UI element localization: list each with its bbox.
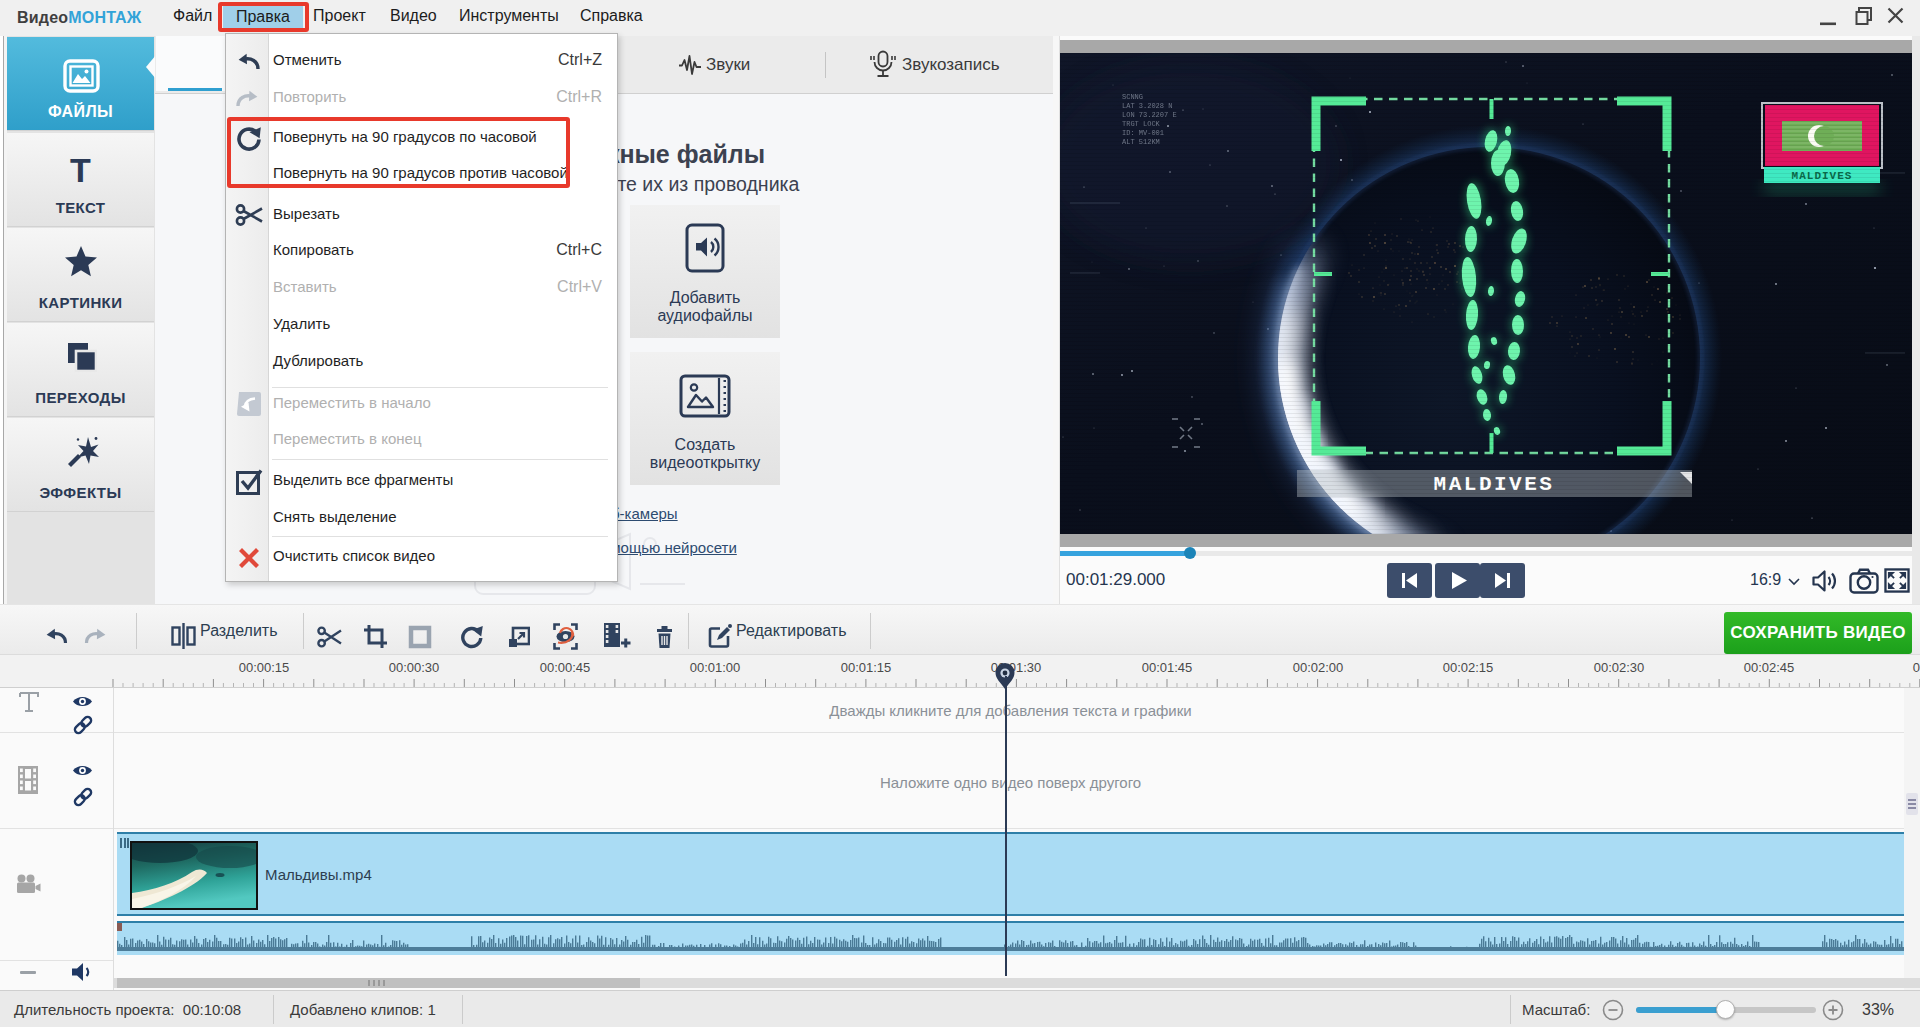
svg-text:MALDIVES: MALDIVES: [1792, 170, 1853, 182]
svg-text:MALDIVES: MALDIVES: [1434, 473, 1555, 496]
